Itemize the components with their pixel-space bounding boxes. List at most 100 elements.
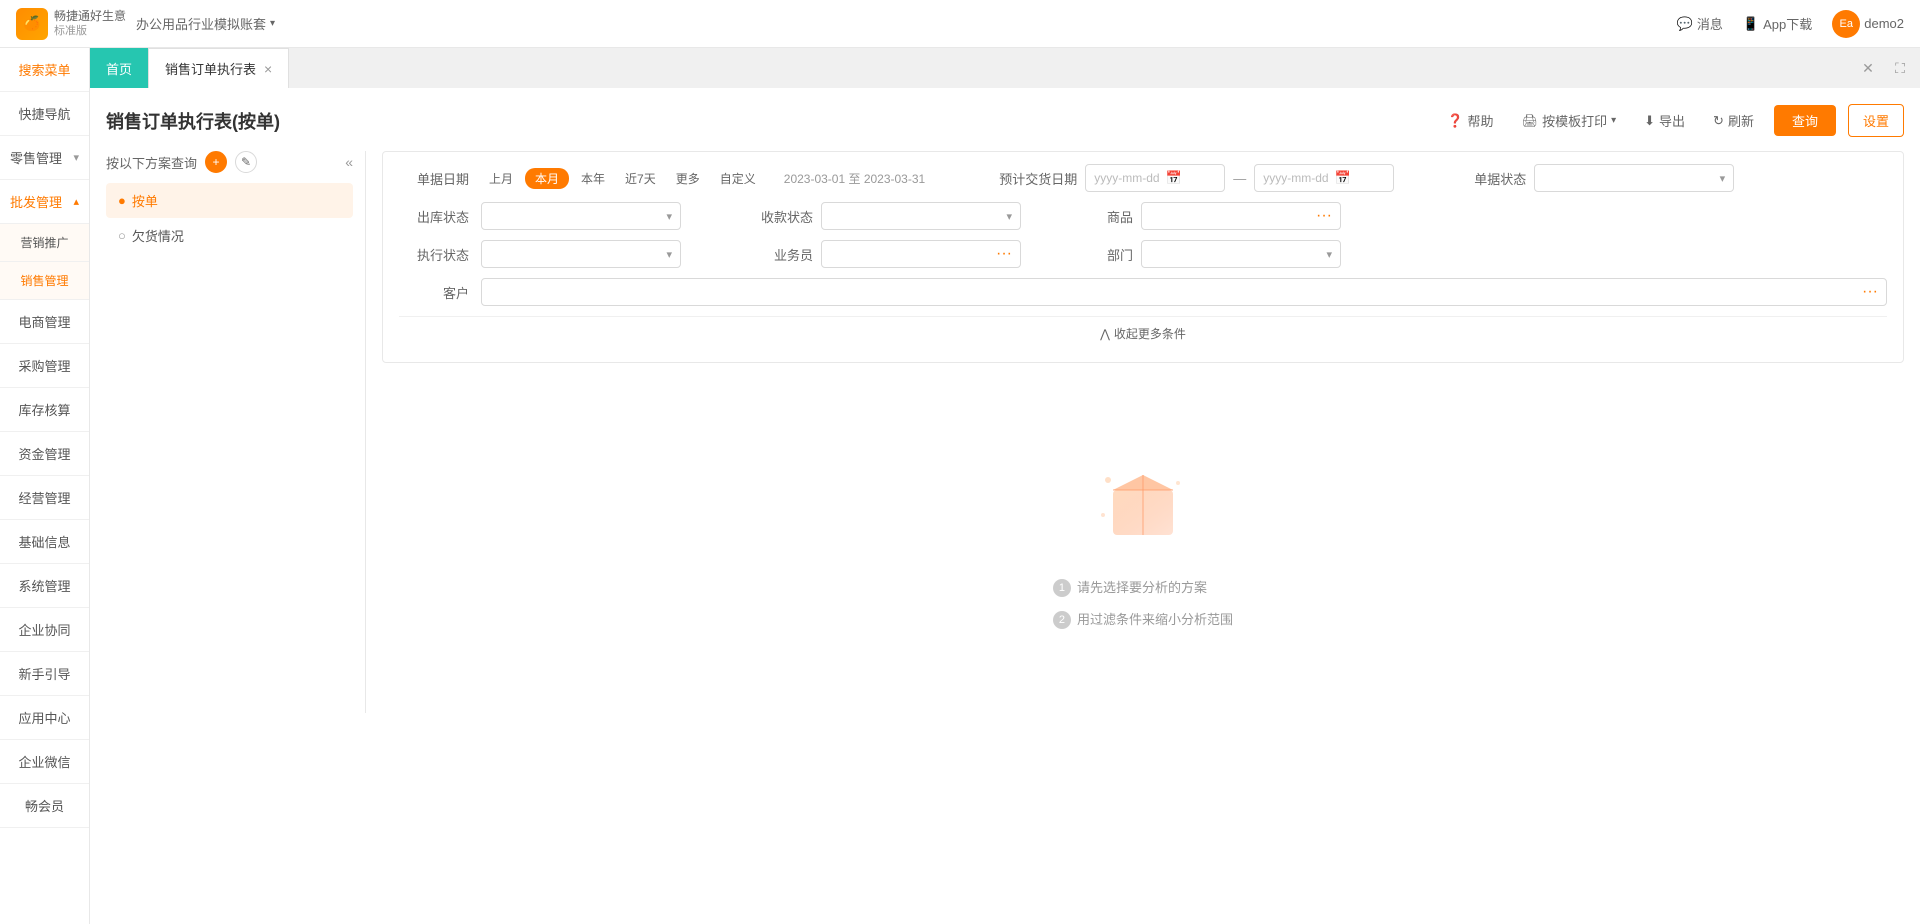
customer-input[interactable]: ··· [481,278,1887,306]
date-tab-7days[interactable]: 近7天 [617,168,664,189]
dept-group: 部门 ▾ [1093,240,1341,268]
collapse-icon: « [345,154,353,170]
filter-row-1: 单据日期 上月 本月 本年 近7天 更多 自定义 2023-03-01 至 20… [399,164,1887,192]
sidebar-item-ecommerce[interactable]: 电商管理 [0,300,89,344]
ellipsis-icon[interactable]: ··· [1316,207,1332,225]
main-layout: 搜索菜单 快捷导航 零售管理 ▾ 批发管理 ▴ 营销推广 销售管理 电商管理 采… [0,48,1920,924]
sidebar-item-guide[interactable]: 新手引导 [0,652,89,696]
order-dot-icon: ● [118,193,126,208]
sidebar-item-member[interactable]: 畅会员 [0,784,89,828]
message-button[interactable]: 💬 消息 [1677,14,1723,33]
sidebar-item-retail[interactable]: 零售管理 ▾ [0,136,89,180]
app-selector[interactable]: 办公用品行业模拟账套 ▾ [136,14,275,33]
left-panel-header: 按以下方案查询 + ✎ « [106,151,353,173]
download-icon: 📱 [1743,16,1759,32]
tab-sales-order[interactable]: 销售订单执行表 × [148,48,289,88]
sidebar-item-wholesale[interactable]: 批发管理 ▴ [0,180,89,224]
page-title: 销售订单执行表(按单) [106,108,280,134]
customer-label: 客户 [399,283,469,302]
collapse-panel-button[interactable]: « [345,154,353,170]
chevron-down-icon: ▾ [270,18,275,29]
dept-label: 部门 [1093,245,1133,264]
sidebar-item-system[interactable]: 系统管理 [0,564,89,608]
goods-input[interactable]: ··· [1141,202,1341,230]
filter-section: 单据日期 上月 本月 本年 近7天 更多 自定义 2023-03-01 至 20… [382,151,1904,363]
salesman-group: 业务员 ··· [753,240,1021,268]
sidebar-item-purchase[interactable]: 采购管理 [0,344,89,388]
user-menu[interactable]: Ea demo2 [1832,10,1904,38]
close-window-button[interactable]: ✕ [1856,56,1880,80]
payment-select[interactable]: ▾ [821,202,1021,230]
tab-close-icon[interactable]: × [264,61,272,77]
sidebar-quick-nav[interactable]: 快捷导航 [0,92,89,136]
collapse-more-button[interactable]: ⋀ 收起更多条件 [399,316,1887,350]
sidebar-item-operations[interactable]: 经营管理 [0,476,89,520]
collapse-icon: ⋀ [1100,327,1110,341]
right-content: 单据日期 上月 本月 本年 近7天 更多 自定义 2023-03-01 至 20… [366,151,1904,713]
status-group: 单据状态 ▾ [1466,164,1734,192]
goods-label: 商品 [1093,207,1133,226]
settings-button[interactable]: 设置 [1848,104,1904,137]
date-tab-custom[interactable]: 自定义 [712,168,764,189]
topbar: 🍊 畅捷通好生意 标准版 办公用品行业模拟账套 ▾ 💬 消息 📱 App下载 E… [0,0,1920,48]
calendar-icon-2: 📅 [1335,170,1351,186]
avatar: Ea [1832,10,1860,38]
goods-group: 商品 ··· [1093,202,1341,230]
dept-select[interactable]: ▾ [1141,240,1341,268]
empty-icon [1093,455,1193,555]
status-select[interactable]: ▾ [1534,164,1734,192]
date-tab-this-month[interactable]: 本月 [525,168,569,189]
calendar-icon: 📅 [1166,170,1182,186]
download-button[interactable]: 📱 App下载 [1743,14,1812,33]
salesman-input[interactable]: ··· [821,240,1021,268]
nav-item-by-order[interactable]: ● 按单 [106,183,353,218]
edit-scheme-button[interactable]: ✎ [235,151,257,173]
filter-row-4: 客户 ··· [399,278,1887,306]
tip-item-2: 2 用过滤条件来缩小分析范围 [1053,607,1233,633]
payment-label: 收款状态 [753,207,813,226]
date-range-display: 2023-03-01 至 2023-03-31 [784,170,925,187]
date-tab-more[interactable]: 更多 [668,168,708,189]
nav-item-by-debt[interactable]: ○ 欠货情况 [106,218,353,253]
print-button[interactable]: 🖨 按模板打印 ▾ [1514,107,1625,134]
sidebar-search[interactable]: 搜索菜单 [0,48,89,92]
tab-home[interactable]: 首页 [90,48,148,88]
shipping-select[interactable]: ▾ [481,202,681,230]
ellipsis-icon-2[interactable]: ··· [996,245,1012,263]
date-tabs: 上月 本月 本年 近7天 更多 自定义 [481,168,764,189]
sidebar-item-basic[interactable]: 基础信息 [0,520,89,564]
ellipsis-icon-3[interactable]: ··· [1862,283,1878,301]
refresh-icon: ↻ [1713,113,1724,129]
query-button[interactable]: 查询 [1774,105,1836,136]
date-separator: — [1233,171,1246,186]
date-tab-last-month[interactable]: 上月 [481,168,521,189]
empty-tips: 1 请先选择要分析的方案 2 用过滤条件来缩小分析范围 [1053,575,1233,633]
tab-bar: 首页 销售订单执行表 × ✕ ⛶ [90,48,1920,88]
empty-state: 1 请先选择要分析的方案 2 用过滤条件来缩小分析范围 [382,375,1904,713]
debt-dot-icon: ○ [118,228,126,243]
sidebar-item-enterprise[interactable]: 企业协同 [0,608,89,652]
add-scheme-button[interactable]: + [205,151,227,173]
export-icon: ⬇ [1644,113,1655,129]
sidebar-item-sales[interactable]: 销售管理 [0,262,89,300]
sidebar-item-marketing[interactable]: 营销推广 [0,224,89,262]
topbar-left: 🍊 畅捷通好生意 标准版 办公用品行业模拟账套 ▾ [16,8,275,40]
sidebar-item-wechat[interactable]: 企业微信 [0,740,89,784]
expected-date-start[interactable]: yyyy-mm-dd 📅 [1085,164,1225,192]
salesman-label: 业务员 [753,245,813,264]
exec-select[interactable]: ▾ [481,240,681,268]
date-label: 单据日期 [399,169,469,188]
tip-item-1: 1 请先选择要分析的方案 [1053,575,1233,601]
sidebar-item-inventory[interactable]: 库存核算 [0,388,89,432]
help-icon: ❓ [1447,113,1463,129]
sidebar-item-finance[interactable]: 资金管理 [0,432,89,476]
date-tab-this-year[interactable]: 本年 [573,168,613,189]
help-button[interactable]: ❓ 帮助 [1439,107,1501,134]
sidebar-sub-wholesale: 营销推广 销售管理 [0,224,89,300]
sidebar-item-apps[interactable]: 应用中心 [0,696,89,740]
refresh-button[interactable]: ↻ 刷新 [1705,107,1762,134]
export-button[interactable]: ⬇ 导出 [1636,107,1693,134]
edit-icon: ✎ [241,155,251,169]
expected-date-end[interactable]: yyyy-mm-dd 📅 [1254,164,1394,192]
maximize-window-button[interactable]: ⛶ [1888,56,1912,80]
